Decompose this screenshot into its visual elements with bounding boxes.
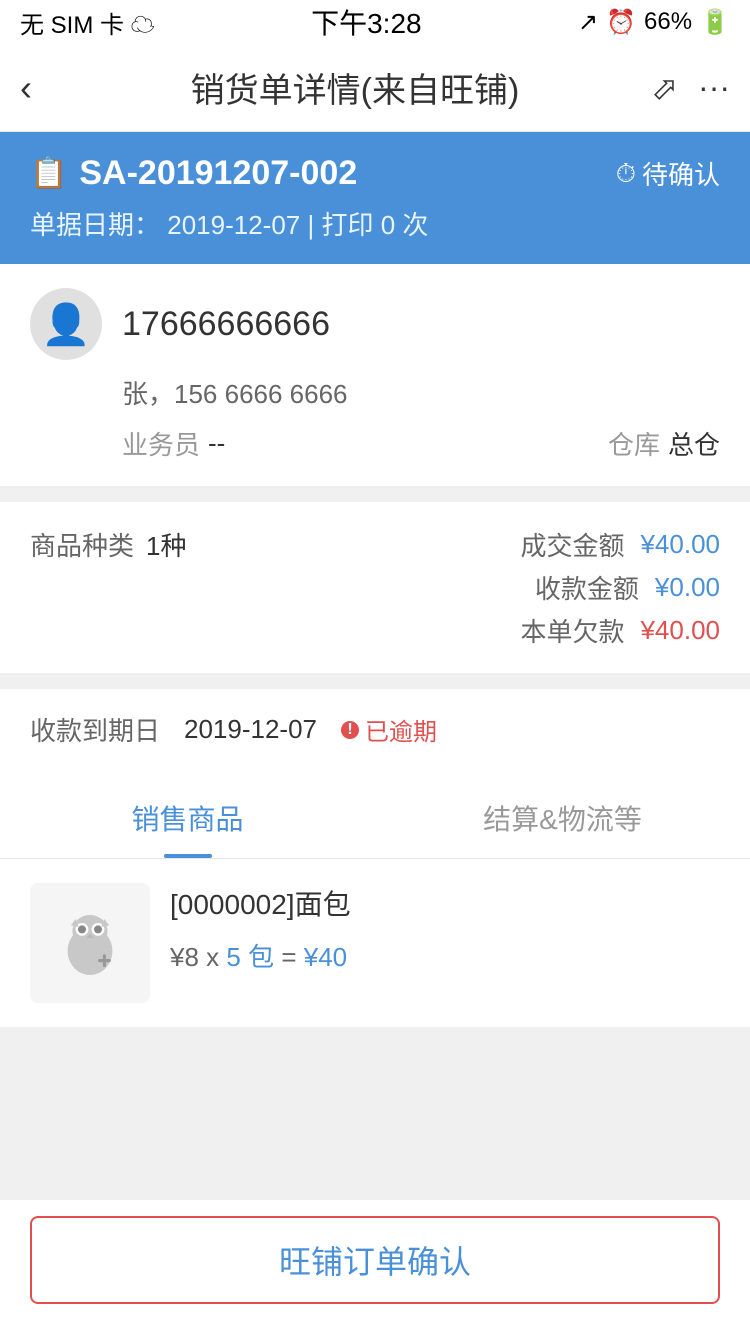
product-name: [0000002]面包	[170, 883, 720, 923]
customer-row: 👤 17666666666	[30, 288, 720, 360]
product-item: [0000002]面包 ¥8 x 5 包 = ¥40	[30, 883, 720, 1003]
overdue-dot: !	[341, 721, 359, 739]
status-right: ↗ ⏰ 66% 🔋	[578, 8, 730, 37]
share-icon[interactable]: ⬀	[651, 69, 678, 107]
received-amount-row: 收款金额 ¥0.00	[535, 569, 720, 606]
item-type-label: 商品种类	[30, 526, 134, 563]
deal-amount-row: 成交金额 ¥40.00	[520, 526, 720, 563]
avatar: 👤	[30, 288, 102, 360]
tab-products-label: 销售商品	[131, 804, 243, 835]
order-date: 2019-12-07	[167, 210, 300, 240]
customer-meta: 业务员 -- 仓库 总仓	[122, 425, 720, 462]
sim-status: 无 SIM 卡 ☁	[20, 5, 155, 40]
customer-name: 张，156 6666 6666	[122, 374, 720, 411]
unit-value: 包	[248, 942, 274, 972]
tab-settlement-label: 结算&物流等	[483, 804, 642, 835]
tab-bar: 销售商品 结算&物流等	[0, 770, 750, 859]
nav-actions: ⬀ ···	[630, 69, 730, 107]
alarm-icon: ⏰	[606, 8, 636, 37]
clock-icon: ⏱	[616, 158, 636, 190]
header-card: 📋 SA-20191207-002 ⏱ 待确认 单据日期： 2019-12-07…	[0, 132, 750, 264]
order-icon: 📋	[30, 156, 67, 191]
qty-value: 5	[226, 942, 240, 972]
salesperson-value: --	[208, 428, 225, 459]
bottom-bar: 旺铺订单确认	[0, 1200, 750, 1334]
back-button[interactable]: ‹	[20, 67, 80, 109]
status-time: 下午3:28	[311, 2, 422, 42]
status-text: 待确认	[642, 155, 720, 192]
nav-bar: ‹ 销货单详情(来自旺铺) ⬀ ···	[0, 44, 750, 132]
total-value: ¥40	[304, 942, 347, 972]
date-label: 单据日期：	[30, 210, 160, 240]
price-x: x	[206, 942, 226, 972]
deal-amount-label: 成交金额	[520, 526, 624, 563]
page-title: 销货单详情(来自旺铺)	[80, 63, 630, 112]
battery: 66%	[644, 8, 692, 36]
summary-row: 商品种类 1种 成交金额 ¥40.00 收款金额 ¥0.00 本单欠款 ¥40.…	[30, 526, 720, 649]
due-date-card: 收款到期日 2019-12-07 ! 已逾期	[0, 689, 750, 770]
tab-products[interactable]: 销售商品	[0, 770, 375, 858]
due-label: 收款到期日	[30, 711, 160, 748]
status-left: 无 SIM 卡 ☁	[20, 5, 155, 40]
product-info: [0000002]面包 ¥8 x 5 包 = ¥40	[170, 883, 720, 974]
salesperson-label: 业务员	[122, 425, 200, 462]
header-top: 📋 SA-20191207-002 ⏱ 待确认	[30, 154, 720, 193]
product-price: ¥8 x 5 包 = ¥40	[170, 937, 720, 974]
location-icon: ↗	[578, 8, 598, 37]
battery-icon: 🔋	[700, 8, 730, 37]
person-icon: 👤	[41, 301, 91, 348]
overdue-badge: ! 已逾期	[341, 712, 437, 747]
deal-amount-value: ¥40.00	[640, 529, 720, 560]
tab-settlement[interactable]: 结算&物流等	[375, 770, 750, 858]
order-id-text: SA-20191207-002	[79, 154, 357, 193]
order-status: ⏱ 待确认	[616, 155, 720, 192]
warehouse-label: 仓库	[608, 425, 660, 462]
customer-phone: 17666666666	[122, 305, 330, 344]
print-text: 打印 0 次	[321, 210, 428, 240]
owed-value: ¥40.00	[640, 615, 720, 646]
equals-sign: =	[281, 942, 303, 972]
summary-card: 商品种类 1种 成交金额 ¥40.00 收款金额 ¥0.00 本单欠款 ¥40.…	[0, 502, 750, 673]
product-list: [0000002]面包 ¥8 x 5 包 = ¥40	[0, 859, 750, 1027]
separator: |	[307, 210, 321, 240]
order-id: 📋 SA-20191207-002	[30, 154, 357, 193]
due-date-value: 2019-12-07	[184, 714, 317, 745]
warehouse-value: 总仓	[668, 425, 720, 462]
header-date: 单据日期： 2019-12-07 | 打印 0 次	[30, 205, 720, 242]
summary-left: 商品种类 1种	[30, 526, 520, 563]
product-thumbnail	[30, 883, 150, 1003]
customer-card: 👤 17666666666 张，156 6666 6666 业务员 -- 仓库 …	[0, 264, 750, 486]
owed-label: 本单欠款	[520, 612, 624, 649]
received-amount-value: ¥0.00	[655, 572, 720, 603]
received-amount-label: 收款金额	[535, 569, 639, 606]
item-type-value: 1种	[146, 526, 186, 563]
summary-right: 成交金额 ¥40.00 收款金额 ¥0.00 本单欠款 ¥40.00	[520, 526, 720, 649]
overdue-text: 已逾期	[365, 712, 437, 747]
owed-amount-row: 本单欠款 ¥40.00	[520, 612, 720, 649]
confirm-order-button[interactable]: 旺铺订单确认	[30, 1216, 720, 1304]
item-type: 商品种类 1种	[30, 526, 520, 563]
more-icon[interactable]: ···	[698, 69, 730, 106]
product-image	[50, 903, 130, 983]
status-bar: 无 SIM 卡 ☁ 下午3:28 ↗ ⏰ 66% 🔋	[0, 0, 750, 44]
price-value: ¥8	[170, 942, 199, 972]
